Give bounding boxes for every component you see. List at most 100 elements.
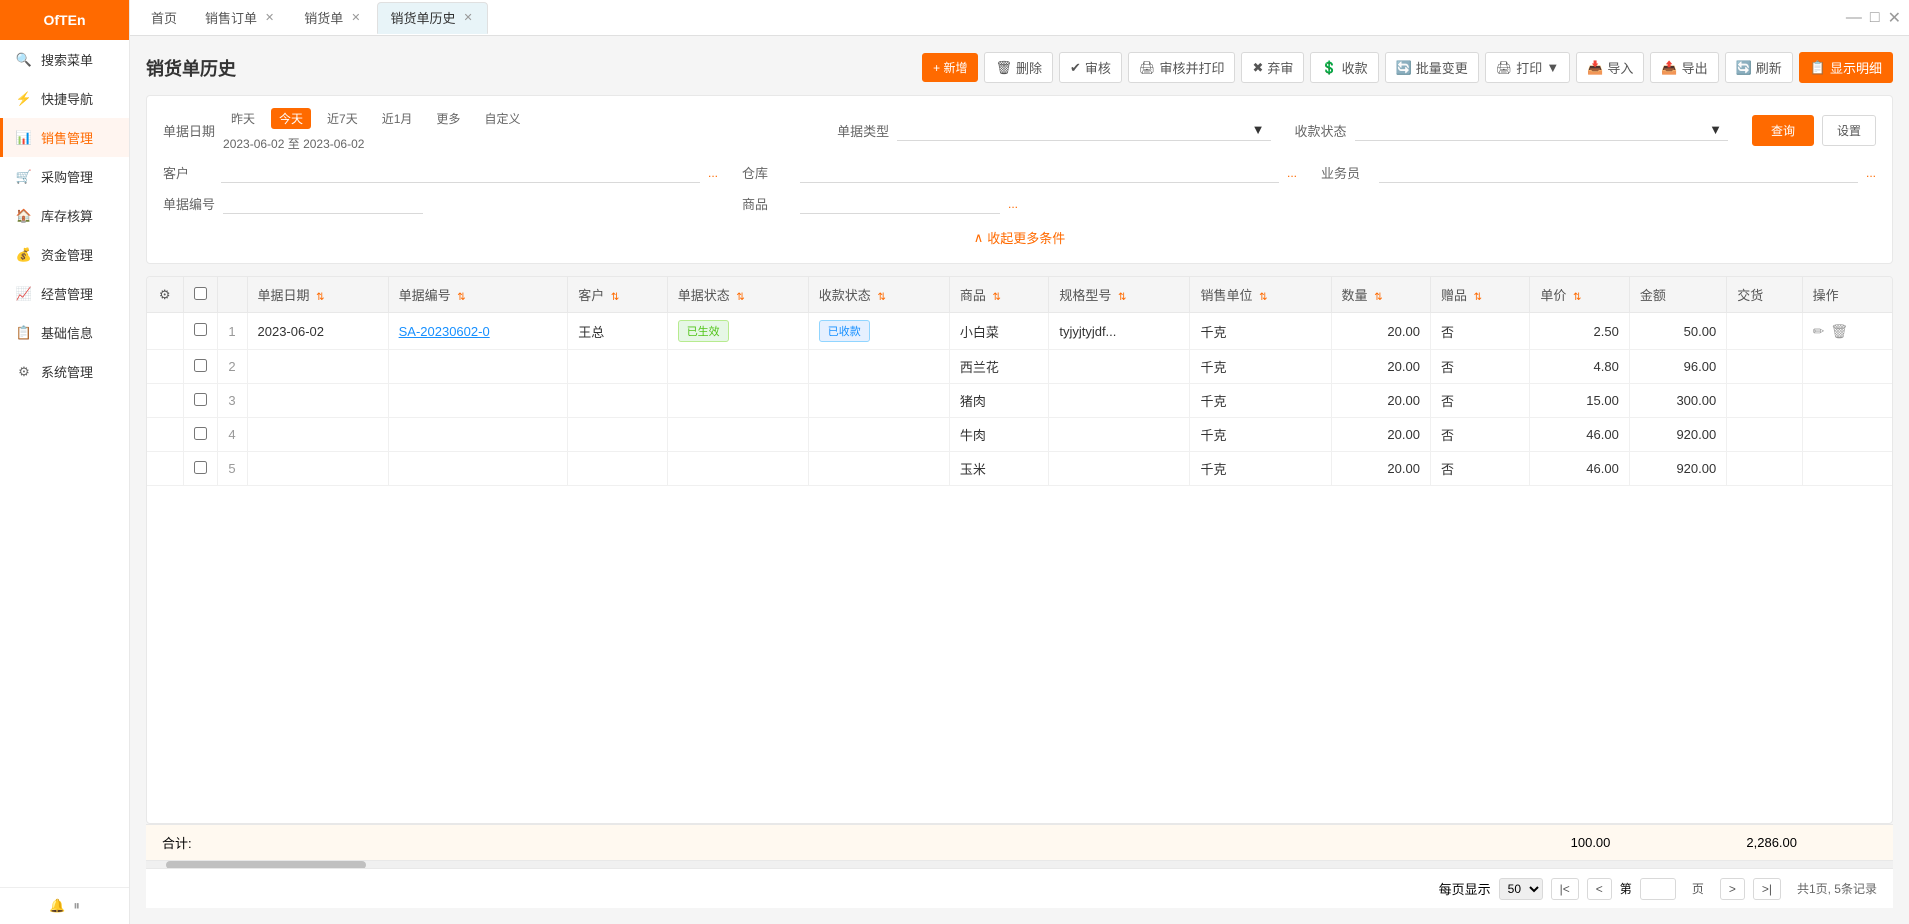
filter-goods-input[interactable] — [800, 193, 1000, 214]
sidebar-item-sales-mgmt[interactable]: 📊 销售管理 — [0, 118, 129, 157]
col-goods[interactable]: 商品 ⇅ — [949, 277, 1048, 313]
date-option-more[interactable]: 更多 — [428, 108, 468, 129]
import-button[interactable]: 📥 导入 — [1576, 52, 1644, 83]
col-doc-no[interactable]: 单据编号 ⇅ — [388, 277, 568, 313]
cell-unit-price: 4.80 — [1530, 350, 1629, 384]
tab-sales-delivery[interactable]: 销货单 ✕ — [291, 2, 375, 34]
show-details-button[interactable]: 📋 显示明细 — [1799, 52, 1893, 83]
customer-picker-button[interactable]: ... — [708, 166, 718, 180]
sidebar-item-sys-mgmt[interactable]: ⚙ 系统管理 — [0, 352, 129, 391]
table-row: 4牛肉千克20.00否46.00920.00 — [147, 418, 1892, 452]
tab-sales-history[interactable]: 销货单历史 ✕ — [377, 2, 487, 34]
row-checkbox[interactable] — [194, 461, 207, 474]
cell-qty: 20.00 — [1331, 313, 1430, 350]
collapse-filter-button[interactable]: ∧ 收起更多条件 — [163, 224, 1876, 251]
col-unit-price[interactable]: 单价 ⇅ — [1530, 277, 1629, 313]
col-spec[interactable]: 规格型号 ⇅ — [1049, 277, 1190, 313]
cell-check[interactable] — [183, 350, 217, 384]
salesperson-picker-button[interactable]: ... — [1866, 166, 1876, 180]
row-checkbox[interactable] — [194, 359, 207, 372]
refresh-button[interactable]: 🔄 刷新 — [1725, 52, 1793, 83]
col-collect-status[interactable]: 收款状态 ⇅ — [808, 277, 949, 313]
col-doc-date[interactable]: 单据日期 ⇅ — [247, 277, 388, 313]
tab-sales-order-label: 销售订单 — [205, 8, 257, 27]
sidebar-item-inventory[interactable]: 🏠 库存核算 — [0, 196, 129, 235]
sidebar-item-finance-mgmt[interactable]: 💰 资金管理 — [0, 235, 129, 274]
date-option-yesterday[interactable]: 昨天 — [223, 108, 263, 129]
cell-check[interactable] — [183, 418, 217, 452]
prev-page-button[interactable]: < — [1587, 878, 1612, 900]
warehouse-picker-button[interactable]: ... — [1287, 166, 1297, 180]
tab-sales-order-close[interactable]: ✕ — [263, 9, 276, 26]
col-unit[interactable]: 销售单位 ⇅ — [1190, 277, 1331, 313]
last-page-button[interactable]: >| — [1753, 878, 1781, 900]
cell-gear — [147, 313, 183, 350]
sidebar-bottom-icon2[interactable]: ⏸ — [73, 898, 80, 914]
doc-no-link[interactable]: SA-20230602-0 — [399, 324, 490, 339]
sidebar-item-basic-info[interactable]: 📋 基础信息 — [0, 313, 129, 352]
ops-mgmt-icon: 📈 — [15, 286, 33, 302]
sidebar-bottom-icon1[interactable]: 🔔 — [49, 898, 65, 914]
edit-icon[interactable]: ✏ — [1813, 323, 1825, 340]
print-icon: 🖨 — [1496, 60, 1513, 76]
per-page-select[interactable]: 50 — [1499, 878, 1543, 900]
window-close-icon[interactable]: ✕ — [1888, 8, 1901, 28]
date-option-custom[interactable]: 自定义 — [476, 108, 528, 129]
filter-customer-input[interactable] — [221, 162, 700, 183]
sidebar-item-purchase-mgmt[interactable]: 🛒 采购管理 — [0, 157, 129, 196]
col-qty[interactable]: 数量 ⇅ — [1331, 277, 1430, 313]
review-print-button[interactable]: 🖨 审核并打印 — [1128, 52, 1236, 83]
select-all-checkbox[interactable] — [194, 287, 207, 300]
export-button[interactable]: 📤 导出 — [1650, 52, 1718, 83]
col-doc-status[interactable]: 单据状态 ⇅ — [667, 277, 808, 313]
cell-customer: 王总 — [568, 313, 667, 350]
window-maximize-icon[interactable]: □ — [1870, 9, 1880, 27]
window-minimize-icon[interactable]: — — [1846, 9, 1862, 27]
cell-check[interactable] — [183, 384, 217, 418]
horizontal-scrollbar[interactable] — [146, 860, 1893, 868]
filter-doc-type-select[interactable]: ▼ — [897, 119, 1270, 141]
date-option-today[interactable]: 今天 — [271, 108, 311, 129]
review-button[interactable]: ✔ 审核 — [1059, 52, 1122, 83]
settings-button[interactable]: 设置 — [1822, 115, 1876, 146]
per-page-label: 每页显示 — [1439, 879, 1491, 898]
col-gift[interactable]: 赠品 ⇅ — [1430, 277, 1529, 313]
filter-warehouse-input[interactable] — [800, 162, 1279, 183]
next-page-button[interactable]: > — [1720, 878, 1745, 900]
tab-sales-order[interactable]: 销售订单 ✕ — [192, 2, 289, 34]
goods-picker-button[interactable]: ... — [1008, 197, 1018, 211]
query-button[interactable]: 查询 — [1752, 115, 1814, 146]
tab-sales-delivery-close[interactable]: ✕ — [349, 9, 362, 26]
first-page-button[interactable]: |< — [1551, 878, 1579, 900]
collect-button[interactable]: 💲 收款 — [1310, 52, 1378, 83]
print-button[interactable]: 🖨 打印 ▼ — [1485, 52, 1570, 83]
cell-ops — [1802, 350, 1892, 384]
cell-check[interactable] — [183, 452, 217, 486]
tab-home[interactable]: 首页 — [138, 2, 190, 34]
col-customer[interactable]: 客户 ⇅ — [568, 277, 667, 313]
sidebar-item-quick-nav[interactable]: ⚡ 快捷导航 — [0, 79, 129, 118]
cell-check[interactable] — [183, 313, 217, 350]
add-button[interactable]: + 新增 — [922, 53, 978, 82]
col-gear[interactable]: ⚙ — [147, 277, 183, 313]
row-checkbox[interactable] — [194, 323, 207, 336]
discard-button[interactable]: ✖ 弃审 — [1241, 52, 1304, 83]
tab-sales-history-close[interactable]: ✕ — [462, 9, 475, 26]
sidebar-item-ops-mgmt[interactable]: 📈 经营管理 — [0, 274, 129, 313]
filter-goods-label: 商品 — [742, 194, 792, 213]
row-checkbox[interactable] — [194, 393, 207, 406]
row-checkbox[interactable] — [194, 427, 207, 440]
filter-docno-input[interactable] — [223, 193, 423, 214]
filter-salesperson-input[interactable] — [1379, 162, 1858, 183]
delete-button[interactable]: 🗑 删除 — [984, 52, 1053, 83]
page-number-input[interactable]: 1 — [1640, 878, 1676, 900]
cell-doc-no[interactable]: SA-20230602-0 — [388, 313, 568, 350]
delete-icon[interactable]: 🗑 — [1830, 323, 1848, 340]
batch-change-button[interactable]: 🔄 批量变更 — [1385, 52, 1479, 83]
cell-rownum: 4 — [217, 418, 247, 452]
col-check[interactable] — [183, 277, 217, 313]
date-option-1month[interactable]: 近1月 — [374, 108, 421, 129]
sidebar-item-search-menu[interactable]: 🔍 搜索菜单 — [0, 40, 129, 79]
date-option-7days[interactable]: 近7天 — [319, 108, 366, 129]
filter-collect-status-select[interactable]: ▼ — [1355, 119, 1728, 141]
